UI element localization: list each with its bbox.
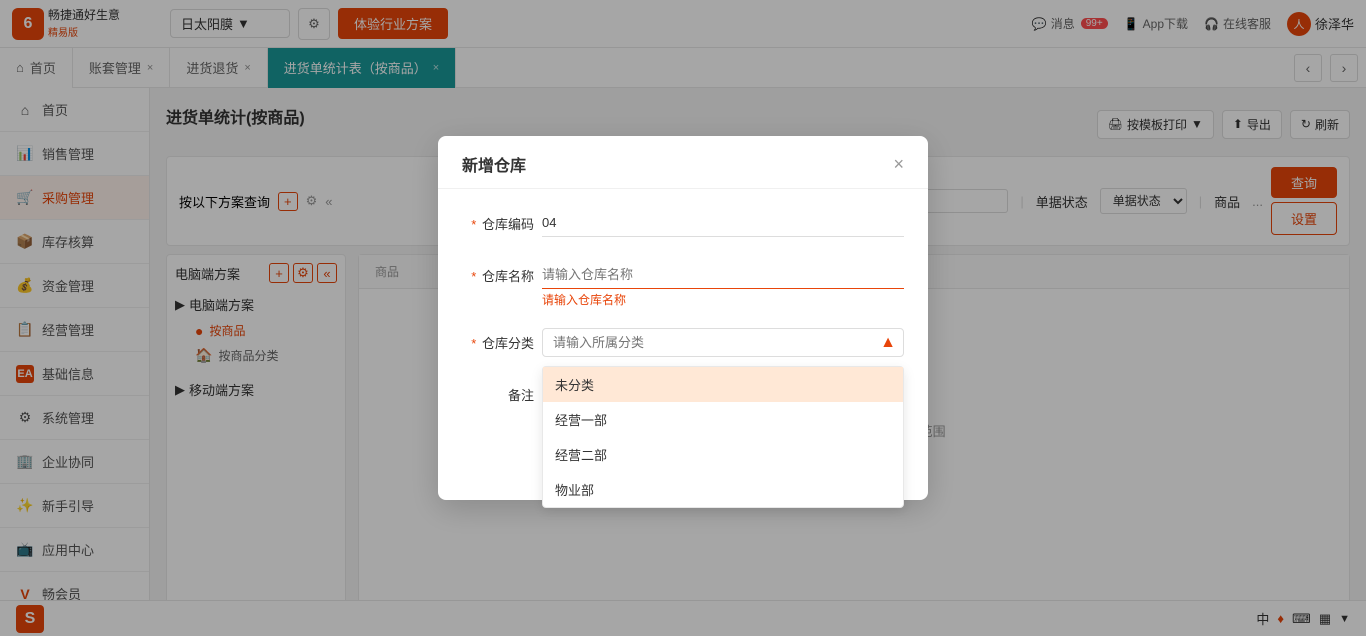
classify-field: ▲ 未分类 经营一部 经营二部 物业部 (542, 328, 904, 357)
dropdown-item-dept3[interactable]: 物业部 (543, 472, 903, 507)
modal-title: 新增仓库 (462, 152, 526, 176)
name-label: * 仓库名称 (462, 261, 542, 293)
code-field (542, 209, 904, 237)
name-input[interactable] (542, 261, 904, 289)
classify-label: * 仓库分类 (462, 328, 542, 360)
required-star-classify: * (471, 336, 476, 351)
modal-overlay: 新增仓库 × * 仓库编码 * 仓库名称 (0, 0, 1366, 636)
form-row-classify: * 仓库分类 ▲ 未分类 经营一部 经营二部 物业部 (462, 328, 904, 360)
form-row-name: * 仓库名称 请输入仓库名称 (462, 261, 904, 308)
modal-add-warehouse: 新增仓库 × * 仓库编码 * 仓库名称 (438, 136, 928, 500)
remark-label: 备注 (462, 380, 542, 412)
name-error-msg: 请输入仓库名称 (542, 291, 904, 308)
dropdown-item-dept2[interactable]: 经营二部 (543, 437, 903, 472)
modal-header: 新增仓库 × (438, 136, 928, 189)
code-label: * 仓库编码 (462, 209, 542, 241)
dropdown-item-unclassified[interactable]: 未分类 (543, 367, 903, 402)
classify-arrow-icon[interactable]: ▲ (880, 334, 896, 352)
modal-close-button[interactable]: × (893, 155, 904, 173)
code-input[interactable] (542, 209, 904, 237)
classify-input[interactable] (542, 328, 904, 357)
dropdown-item-dept1[interactable]: 经营一部 (543, 402, 903, 437)
name-field: 请输入仓库名称 (542, 261, 904, 308)
modal-body: * 仓库编码 * 仓库名称 请输入仓库名称 (438, 189, 928, 412)
required-star-code: * (471, 217, 476, 232)
form-row-code: * 仓库编码 (462, 209, 904, 241)
classify-dropdown: 未分类 经营一部 经营二部 物业部 (542, 366, 904, 508)
required-star-name: * (471, 269, 476, 284)
